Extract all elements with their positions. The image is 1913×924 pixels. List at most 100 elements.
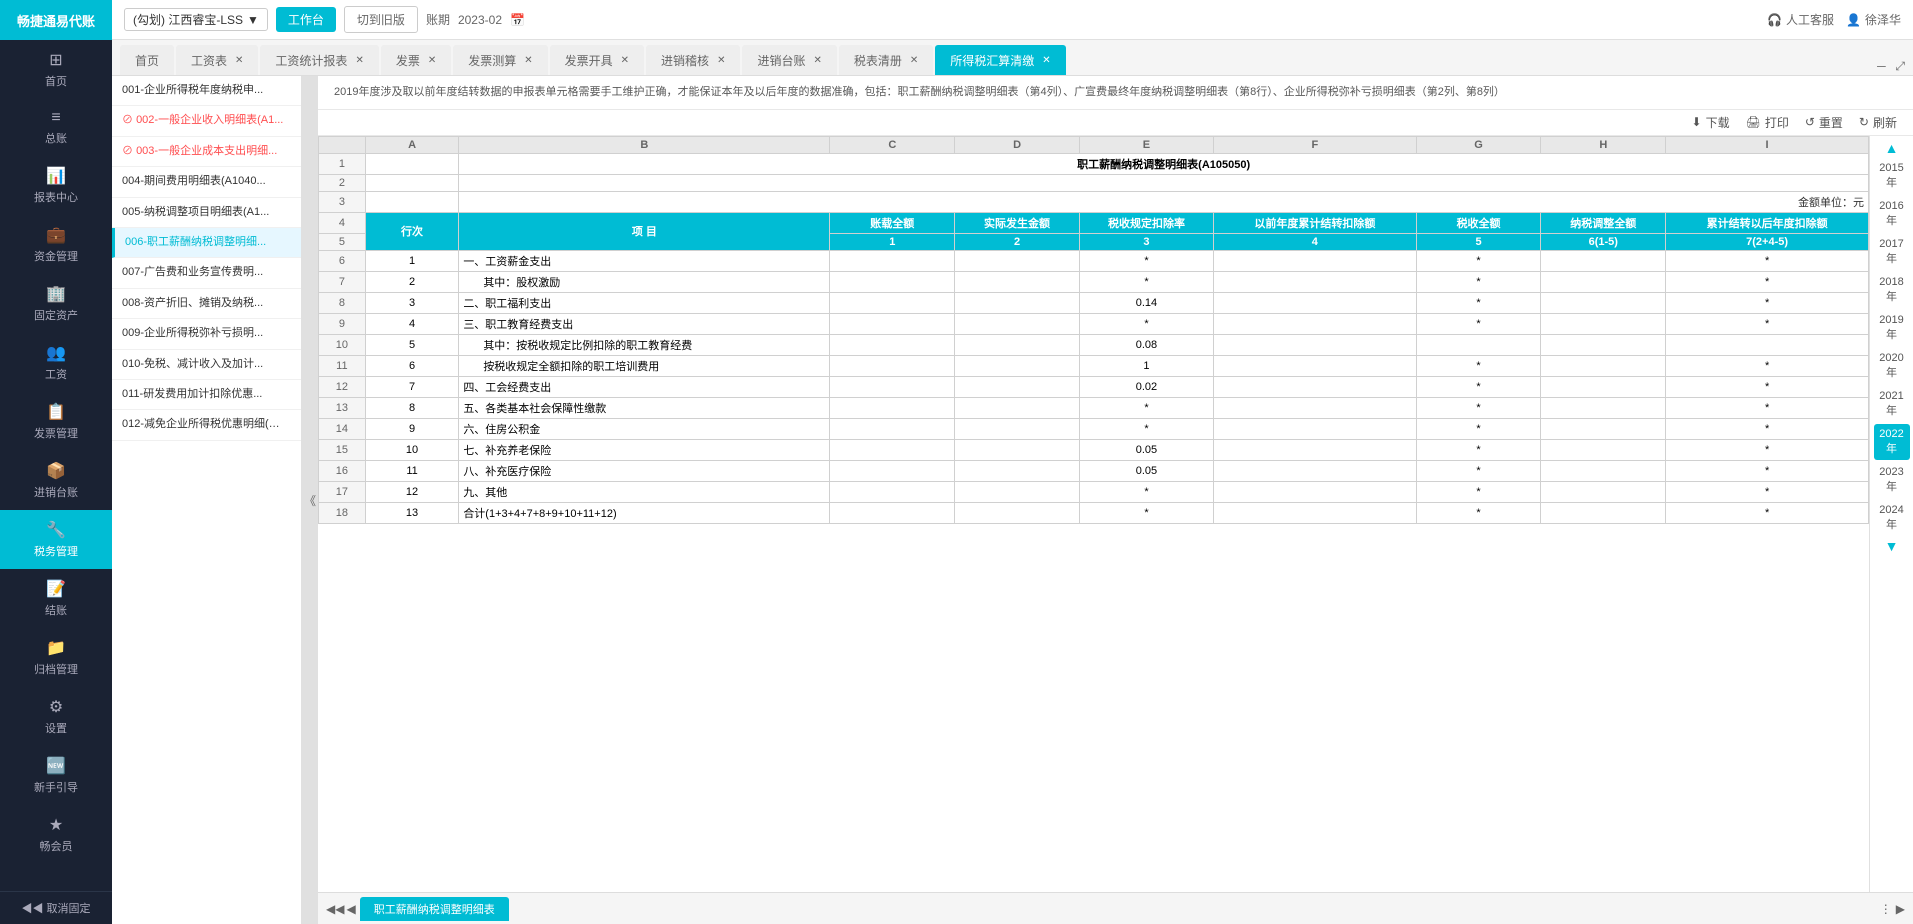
sidebar-item-invoices[interactable]: 📋 发票管理 bbox=[0, 392, 112, 451]
cell-15-G[interactable]: * bbox=[1416, 439, 1541, 460]
cell-1-A[interactable] bbox=[365, 153, 459, 174]
year-2017[interactable]: 2017年 bbox=[1874, 234, 1910, 270]
cell-15-C[interactable] bbox=[830, 439, 955, 460]
cell-16-A[interactable]: 11 bbox=[365, 460, 459, 481]
sheet-nav-prev[interactable]: ◀ bbox=[346, 902, 355, 916]
file-item-007[interactable]: 007-广告费和业务宣传费明... bbox=[112, 258, 301, 288]
workbench-button[interactable]: 工作台 bbox=[276, 7, 336, 32]
sidebar-item-settings[interactable]: ⚙ 设置 bbox=[0, 687, 112, 746]
sheet-nav-first[interactable]: ◀◀ bbox=[326, 902, 344, 916]
sidebar-item-reports[interactable]: 📊 报表中心 bbox=[0, 156, 112, 215]
cell-13-E[interactable]: * bbox=[1079, 397, 1213, 418]
cell-9-I[interactable]: * bbox=[1666, 313, 1869, 334]
cell-12-A[interactable]: 7 bbox=[365, 376, 459, 397]
sidebar-item-purchase-sales[interactable]: 📦 进销台账 bbox=[0, 451, 112, 510]
cell-13-G[interactable]: * bbox=[1416, 397, 1541, 418]
unpin-button[interactable]: ◀◀ 取消固定 bbox=[0, 891, 112, 924]
year-2024[interactable]: 2024年 bbox=[1874, 500, 1910, 536]
tab-invoice[interactable]: 发票 ✕ bbox=[381, 45, 451, 75]
file-item-008[interactable]: 008-资产折旧、摊销及纳税... bbox=[112, 289, 301, 319]
cell-13-I[interactable]: * bbox=[1666, 397, 1869, 418]
cell-12-H[interactable] bbox=[1541, 376, 1666, 397]
file-item-010[interactable]: 010-免税、减计收入及加计... bbox=[112, 350, 301, 380]
cell-7-G[interactable]: * bbox=[1416, 271, 1541, 292]
cell-7-D[interactable] bbox=[955, 271, 1080, 292]
sidebar-item-assets[interactable]: 🏢 固定资产 bbox=[0, 274, 112, 333]
reset-button[interactable]: ↺ 重置 bbox=[1805, 114, 1843, 131]
sidebar-item-archive[interactable]: 📁 归档管理 bbox=[0, 628, 112, 687]
sidebar-item-payroll[interactable]: 👥 工资 bbox=[0, 333, 112, 392]
company-selector[interactable]: (勾划) 江西睿宝-LSS ▼ bbox=[124, 8, 268, 31]
cell-9-D[interactable] bbox=[955, 313, 1080, 334]
cell-6-C[interactable] bbox=[830, 250, 955, 271]
cell-7-H[interactable] bbox=[1541, 271, 1666, 292]
cell-15-E[interactable]: 0.05 bbox=[1079, 439, 1213, 460]
tab-close-invoice[interactable]: ✕ bbox=[428, 55, 436, 66]
active-sheet-tab[interactable]: 职工薪酬纳税调整明细表 bbox=[360, 897, 509, 921]
cell-6-F[interactable] bbox=[1214, 250, 1417, 271]
year-up-arrow[interactable]: ▲ bbox=[1885, 140, 1899, 156]
cell-8-B[interactable]: 二、职工福利支出 bbox=[459, 292, 830, 313]
cell-15-I[interactable]: * bbox=[1666, 439, 1869, 460]
cell-18-A[interactable]: 13 bbox=[365, 502, 459, 523]
cell-18-E[interactable]: * bbox=[1079, 502, 1213, 523]
tab-invoice-issue[interactable]: 发票开具 ✕ bbox=[550, 45, 644, 75]
cell-9-F[interactable] bbox=[1214, 313, 1417, 334]
sidebar-item-capital[interactable]: 💼 资金管理 bbox=[0, 215, 112, 274]
cell-15-H[interactable] bbox=[1541, 439, 1666, 460]
tab-home[interactable]: 首页 bbox=[120, 45, 174, 75]
year-2020[interactable]: 2020年 bbox=[1874, 348, 1910, 384]
tab-income-tax[interactable]: 所得税汇算清缴 ✕ bbox=[935, 45, 1065, 75]
cell-11-B[interactable]: 按税收规定全额扣除的职工培训费用 bbox=[459, 355, 830, 376]
cell-16-E[interactable]: 0.05 bbox=[1079, 460, 1213, 481]
cell-9-B[interactable]: 三、职工教育经费支出 bbox=[459, 313, 830, 334]
cell-8-A[interactable]: 3 bbox=[365, 292, 459, 313]
cell-16-H[interactable] bbox=[1541, 460, 1666, 481]
cell-10-I[interactable] bbox=[1666, 334, 1869, 355]
cell-11-A[interactable]: 6 bbox=[365, 355, 459, 376]
cell-10-E[interactable]: 0.08 bbox=[1079, 334, 1213, 355]
cell-10-D[interactable] bbox=[955, 334, 1080, 355]
cell-9-H[interactable] bbox=[1541, 313, 1666, 334]
cell-17-D[interactable] bbox=[955, 481, 1080, 502]
cell-2-A[interactable] bbox=[365, 174, 459, 191]
cell-16-G[interactable]: * bbox=[1416, 460, 1541, 481]
cell-17-I[interactable]: * bbox=[1666, 481, 1869, 502]
cell-9-E[interactable]: * bbox=[1079, 313, 1213, 334]
file-item-001[interactable]: 001-企业所得税年度纳税申... bbox=[112, 76, 301, 106]
cutover-button[interactable]: 切到旧版 bbox=[344, 6, 418, 33]
cell-8-G[interactable]: * bbox=[1416, 292, 1541, 313]
tab-payroll[interactable]: 工资表 ✕ bbox=[176, 45, 258, 75]
tab-minimize[interactable]: － bbox=[1875, 58, 1887, 75]
cell-13-A[interactable]: 8 bbox=[365, 397, 459, 418]
user-profile[interactable]: 👤 徐泽华 bbox=[1846, 11, 1901, 28]
cell-12-G[interactable]: * bbox=[1416, 376, 1541, 397]
cell-6-E[interactable]: * bbox=[1079, 250, 1213, 271]
cell-11-F[interactable] bbox=[1214, 355, 1417, 376]
cell-12-E[interactable]: 0.02 bbox=[1079, 376, 1213, 397]
tab-close-audit[interactable]: ✕ bbox=[717, 55, 725, 66]
more-sheets-icon[interactable]: ⋮ bbox=[1880, 902, 1892, 916]
tab-close-income-tax[interactable]: ✕ bbox=[1042, 55, 1050, 66]
cell-9-G[interactable]: * bbox=[1416, 313, 1541, 334]
cell-11-I[interactable]: * bbox=[1666, 355, 1869, 376]
cell-9-C[interactable] bbox=[830, 313, 955, 334]
sidebar-item-closing[interactable]: 📝 结账 bbox=[0, 569, 112, 628]
sidebar-item-tax[interactable]: 🔧 税务管理 bbox=[0, 510, 112, 569]
year-2019[interactable]: 2019年 bbox=[1874, 310, 1910, 346]
tab-close-purchase-ledger[interactable]: ✕ bbox=[813, 55, 821, 66]
file-item-011[interactable]: 011-研发费用加计扣除优惠... bbox=[112, 380, 301, 410]
cell-13-F[interactable] bbox=[1214, 397, 1417, 418]
refresh-button[interactable]: ↻ 刷新 bbox=[1859, 114, 1897, 131]
cell-18-G[interactable]: * bbox=[1416, 502, 1541, 523]
cell-17-A[interactable]: 12 bbox=[365, 481, 459, 502]
cell-11-E[interactable]: 1 bbox=[1079, 355, 1213, 376]
file-item-012[interactable]: 012-减免企业所得税优惠明细(… bbox=[112, 410, 301, 440]
tab-close-payroll[interactable]: ✕ bbox=[235, 55, 243, 66]
cell-13-C[interactable] bbox=[830, 397, 955, 418]
cell-8-C[interactable] bbox=[830, 292, 955, 313]
cell-18-D[interactable] bbox=[955, 502, 1080, 523]
cell-8-E[interactable]: 0.14 bbox=[1079, 292, 1213, 313]
cell-12-C[interactable] bbox=[830, 376, 955, 397]
sidebar-item-ledger[interactable]: ≡ 总账 bbox=[0, 99, 112, 156]
